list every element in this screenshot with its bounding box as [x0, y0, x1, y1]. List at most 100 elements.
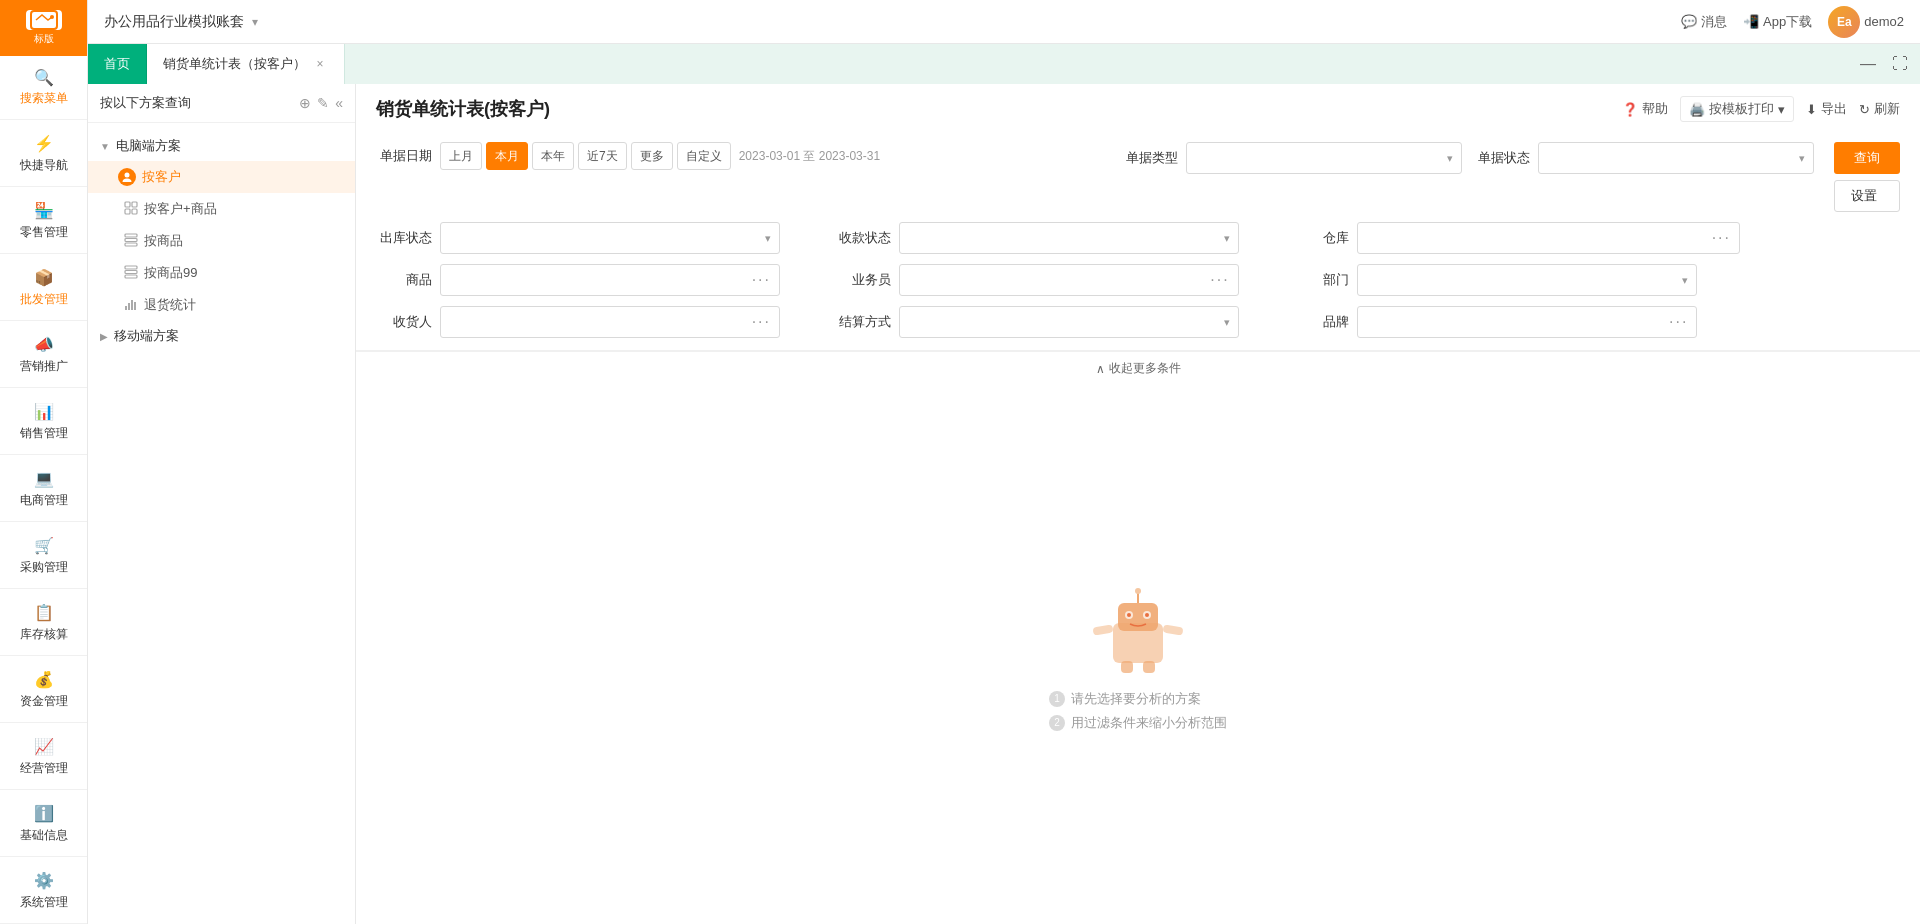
purchase-icon: 🛒: [33, 534, 55, 556]
by-customer-icon: [118, 168, 136, 186]
svg-rect-27: [1121, 661, 1133, 673]
sidebar-item-system[interactable]: ⚙️ 系统管理: [0, 857, 88, 924]
department-chevron: ▾: [1682, 274, 1688, 287]
goods-icon: [124, 233, 138, 250]
filter-area: 单据日期 上月 本月 本年 近7天 更多 自定义 2023-03-01 至 20…: [356, 130, 1920, 351]
settlement-select[interactable]: ▾: [899, 306, 1239, 338]
print-btn[interactable]: 🖨️ 按模板打印 ▾: [1680, 96, 1794, 122]
message-btn[interactable]: 💬 消息: [1681, 13, 1727, 31]
tab-bar-actions: — ⛶: [1856, 52, 1920, 76]
tab-sales-stat[interactable]: 销货单统计表（按客户） ×: [147, 44, 345, 84]
tree-group-mobile[interactable]: ▶ 移动端方案: [88, 321, 355, 351]
page-body: 按以下方案查询 ⊕ ✎ « ▼ 电脑端方案: [88, 84, 1920, 924]
inventory-icon: 📋: [33, 601, 55, 623]
sidebar-item-ecommerce[interactable]: 💻 电商管理: [0, 455, 88, 522]
query-btn-group: 查询 设置: [1834, 142, 1900, 212]
user-profile-btn[interactable]: Ea demo2: [1828, 6, 1904, 38]
tree-group-desktop[interactable]: ▼ 电脑端方案: [88, 131, 355, 161]
query-btn[interactable]: 查询: [1834, 142, 1900, 174]
sidebar-item-finance[interactable]: 💰 资金管理: [0, 656, 88, 723]
operations-icon: 📈: [33, 735, 55, 757]
sidebar-item-search[interactable]: 🔍 搜索菜单: [0, 56, 88, 120]
settlement-chevron: ▾: [1224, 316, 1230, 329]
brand-select[interactable]: ···: [1357, 306, 1697, 338]
help-icon: ❓: [1622, 102, 1638, 117]
svg-rect-11: [125, 270, 137, 273]
top-header: 办公用品行业模拟账套 ▾ 💬 消息 📲 App下载 Ea demo2: [88, 0, 1920, 44]
doc-type-label: 单据类型: [1122, 149, 1178, 167]
left-panel-title: 按以下方案查询: [100, 94, 191, 112]
tree-section: ▼ 电脑端方案 按客户: [88, 123, 355, 359]
out-status-label: 出库状态: [376, 229, 432, 247]
tab-bar: 首页 销货单统计表（按客户） × — ⛶: [88, 44, 1920, 84]
left-panel: 按以下方案查询 ⊕ ✎ « ▼ 电脑端方案: [88, 84, 356, 924]
tree-item-return-stat[interactable]: 退货统计: [88, 289, 355, 321]
sidebar-item-retail[interactable]: 🏪 零售管理: [0, 187, 88, 254]
tab-home[interactable]: 首页: [88, 44, 147, 84]
title-dropdown-icon[interactable]: ▾: [252, 15, 258, 29]
svg-rect-0: [31, 11, 57, 29]
date-btn-more[interactable]: 更多: [631, 142, 673, 170]
edit-scheme-btn[interactable]: ✎: [317, 95, 329, 111]
tree-item-by-customer[interactable]: 按客户: [88, 161, 355, 193]
salesperson-select[interactable]: ···: [899, 264, 1239, 296]
receiver-select[interactable]: ···: [440, 306, 780, 338]
svg-rect-4: [132, 202, 137, 207]
date-btn-last-month[interactable]: 上月: [440, 142, 482, 170]
receipt-status-select[interactable]: ▾: [899, 222, 1239, 254]
top-header-right: 💬 消息 📲 App下载 Ea demo2: [1681, 6, 1904, 38]
basics-icon: ℹ️: [33, 802, 55, 824]
sidebar-item-marketing[interactable]: 📣 营销推广: [0, 321, 88, 388]
help-btn[interactable]: ❓ 帮助: [1622, 100, 1668, 118]
department-select[interactable]: ▾: [1357, 264, 1697, 296]
sidebar-item-basics[interactable]: ℹ️ 基础信息: [0, 790, 88, 857]
date-btn-7days[interactable]: 近7天: [578, 142, 627, 170]
out-status-select[interactable]: ▾: [440, 222, 780, 254]
empty-state: 1 请先选择要分析的方案 2 用过滤条件来缩小分析范围: [356, 385, 1920, 924]
doc-status-label: 单据状态: [1474, 149, 1530, 167]
filter-section: 单据日期 上月 本月 本年 近7天 更多 自定义 2023-03-01 至 20…: [356, 130, 1920, 385]
sidebar-item-wholesale[interactable]: 📦 批发管理: [0, 254, 88, 321]
sidebar-item-operations[interactable]: 📈 经营管理: [0, 723, 88, 790]
collapse-bar[interactable]: ∧ 收起更多条件: [356, 351, 1920, 385]
print-dropdown-icon: ▾: [1778, 102, 1785, 117]
date-filter: 上月 本月 本年 近7天 更多 自定义 2023-03-01 至 2023-03…: [440, 142, 1110, 170]
svg-rect-7: [125, 234, 137, 237]
top-header-left: 办公用品行业模拟账套 ▾: [104, 13, 258, 31]
date-btn-this-month[interactable]: 本月: [486, 142, 528, 170]
doc-type-select[interactable]: ▾: [1186, 142, 1462, 174]
tree-item-by-customer-goods[interactable]: 按客户+商品: [88, 193, 355, 225]
sidebar-item-quick-nav[interactable]: ⚡ 快捷导航: [0, 120, 88, 187]
app-download-btn[interactable]: 📲 App下载: [1743, 13, 1812, 31]
doc-status-select[interactable]: ▾: [1538, 142, 1814, 174]
tab-close-btn[interactable]: ×: [312, 56, 328, 72]
date-range-text: 2023-03-01 至 2023-03-31: [739, 148, 880, 165]
tree-item-by-goods99[interactable]: 按商品99: [88, 257, 355, 289]
date-btn-custom[interactable]: 自定义: [677, 142, 731, 170]
svg-rect-16: [134, 302, 136, 310]
salesperson-label: 业务员: [835, 271, 891, 289]
settings-btn[interactable]: 设置: [1834, 180, 1900, 212]
warehouse-select[interactable]: ···: [1357, 222, 1740, 254]
tree-item-by-goods[interactable]: 按商品: [88, 225, 355, 257]
doc-type-chevron: ▾: [1447, 152, 1453, 165]
receipt-status-chevron: ▾: [1224, 232, 1230, 245]
refresh-btn[interactable]: ↻ 刷新: [1859, 100, 1900, 118]
collapse-panel-btn[interactable]: «: [335, 95, 343, 111]
left-panel-header: 按以下方案查询 ⊕ ✎ «: [88, 84, 355, 123]
tab-maximize-btn[interactable]: ⛶: [1888, 52, 1912, 76]
out-status-chevron: ▾: [765, 232, 771, 245]
date-btn-this-year[interactable]: 本年: [532, 142, 574, 170]
sidebar-item-sales[interactable]: 📊 销售管理: [0, 388, 88, 455]
export-btn[interactable]: ⬇ 导出: [1806, 100, 1847, 118]
sidebar-item-inventory[interactable]: 📋 库存核算: [0, 589, 88, 656]
system-icon: ⚙️: [33, 869, 55, 891]
goods-select[interactable]: ···: [440, 264, 780, 296]
date-label: 单据日期: [376, 147, 432, 165]
sidebar-item-purchase[interactable]: 🛒 采购管理: [0, 522, 88, 589]
doc-status-chevron: ▾: [1799, 152, 1805, 165]
add-scheme-btn[interactable]: ⊕: [299, 95, 311, 111]
tab-minimize-btn[interactable]: —: [1856, 52, 1880, 76]
svg-rect-5: [125, 209, 130, 214]
receiver-dots: ···: [752, 313, 771, 331]
